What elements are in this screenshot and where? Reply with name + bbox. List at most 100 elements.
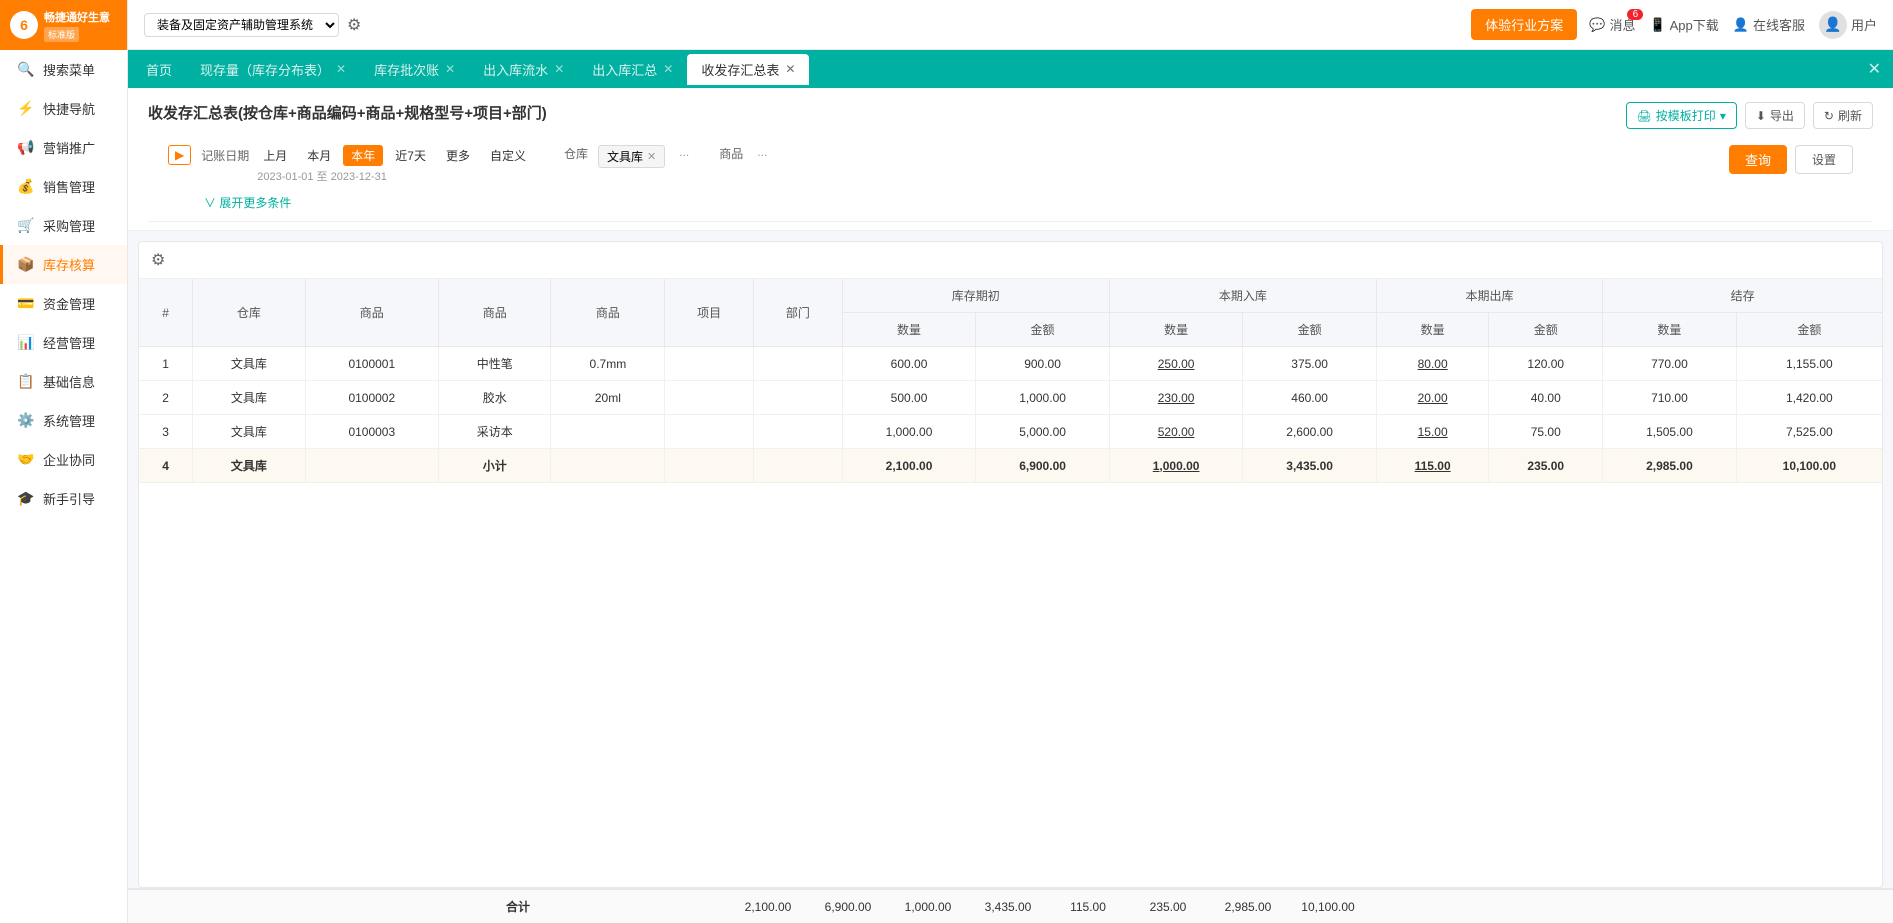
date-option-more[interactable]: 更多: [438, 145, 478, 166]
sidebar-item-operations[interactable]: 📊 经营管理: [0, 323, 127, 362]
cell-in-qty[interactable]: 1,000.00: [1109, 449, 1243, 483]
filter-settings-button[interactable]: 设置: [1795, 145, 1853, 174]
expand-conditions-button[interactable]: ∨ 展开更多条件: [204, 194, 291, 211]
tab-label: 库存批次账: [374, 60, 439, 79]
query-button[interactable]: 查询: [1729, 145, 1787, 174]
cell-balance-qty: 2,985.00: [1603, 449, 1737, 483]
logo-name: 畅捷通好生意: [44, 9, 110, 25]
th-index: #: [139, 279, 193, 347]
footer-out-amt: 235.00: [1128, 900, 1208, 914]
tab-batch[interactable]: 库存批次账 ✕: [360, 54, 469, 85]
sidebar-item-marketing[interactable]: 📢 营销推广: [0, 128, 127, 167]
cell-balance-amt: 1,420.00: [1736, 381, 1882, 415]
trial-button[interactable]: 体验行业方案: [1471, 9, 1577, 40]
online-service-button[interactable]: 👤 在线客服: [1733, 15, 1805, 34]
settings-icon[interactable]: ⚙: [347, 15, 361, 35]
app-download-label: App下载: [1670, 15, 1719, 34]
sidebar-item-system[interactable]: ⚙️ 系统管理: [0, 401, 127, 440]
goods-more-button[interactable]: ...: [757, 145, 767, 159]
logo-tag: 标准版: [44, 27, 79, 42]
chevron-down-icon: ∨: [204, 196, 216, 210]
sidebar-item-purchase[interactable]: 🛒 采购管理: [0, 206, 127, 245]
page-content: 收发存汇总表(按仓库+商品编码+商品+规格型号+项目+部门) 🖨 按模板打印 ▾…: [128, 88, 1893, 923]
sales-icon: 💰: [17, 178, 35, 195]
user-menu-button[interactable]: 👤 用户: [1819, 11, 1877, 39]
date-range: 2023-01-01 至 2023-12-31: [257, 168, 534, 184]
app-download-button[interactable]: 📱 App下载: [1649, 15, 1718, 34]
sidebar-item-inventory[interactable]: 📦 库存核算: [0, 245, 127, 284]
sidebar-item-collab[interactable]: 🤝 企业协同: [0, 440, 127, 479]
date-options: 上月 本月 本年 近7天 更多 自定义: [255, 145, 534, 166]
tab-receive-send-summary[interactable]: 收发存汇总表 ✕: [687, 54, 809, 85]
tab-label: 出入库汇总: [592, 60, 657, 79]
cell-out-qty[interactable]: 20.00: [1376, 381, 1488, 415]
sidebar-item-sales[interactable]: 💰 销售管理: [0, 167, 127, 206]
sidebar-item-guide[interactable]: 🎓 新手引导: [0, 479, 127, 518]
th-opening-qty: 数量: [842, 313, 976, 347]
print-button[interactable]: 🖨 按模板打印 ▾: [1626, 102, 1737, 129]
date-option-this-year[interactable]: 本年: [343, 145, 383, 166]
date-option-last-month[interactable]: 上月: [255, 145, 295, 166]
sidebar-logo: 6 畅捷通好生意 标准版: [0, 0, 127, 50]
tab-home[interactable]: 首页: [132, 54, 186, 85]
date-option-custom[interactable]: 自定义: [482, 145, 534, 166]
cell-balance-amt: 7,525.00: [1736, 415, 1882, 449]
cell-opening-amt: 900.00: [976, 347, 1110, 381]
sidebar-item-quicknav[interactable]: ⚡ 快捷导航: [0, 89, 127, 128]
search-icon: 🔍: [17, 61, 35, 78]
tab-close-icon[interactable]: ✕: [445, 62, 455, 76]
cell-opening-qty: 600.00: [842, 347, 976, 381]
warehouse-tag-text: 文具库: [607, 148, 643, 165]
tab-inout-summary[interactable]: 出入库汇总 ✕: [578, 54, 687, 85]
warehouse-more-button[interactable]: ...: [679, 145, 689, 159]
sidebar-item-search[interactable]: 🔍 搜索菜单: [0, 50, 127, 89]
th-in-qty: 数量: [1109, 313, 1243, 347]
sidebar-item-label: 营销推广: [43, 138, 95, 157]
cell-index: 3: [139, 415, 193, 449]
sidebar-item-label: 销售管理: [43, 177, 95, 196]
cell-in-qty[interactable]: 250.00: [1109, 347, 1243, 381]
data-table: # 仓库 商品 商品 商品 项目 部门 库存期初 本期入库 本期出库 结存 数量: [139, 279, 1882, 483]
tab-close-icon[interactable]: ✕: [554, 62, 564, 76]
tab-close-icon[interactable]: ✕: [663, 62, 673, 76]
th-in-group: 本期入库: [1109, 279, 1376, 313]
cell-project: [665, 415, 754, 449]
date-option-7days[interactable]: 近7天: [387, 145, 434, 166]
tab-stock[interactable]: 现存量（库存分布表） ✕: [186, 54, 360, 85]
export-button[interactable]: ⬇ 导出: [1745, 102, 1805, 129]
sidebar-item-label: 新手引导: [43, 489, 95, 508]
refresh-button[interactable]: ↻ 刷新: [1813, 102, 1873, 129]
cell-in-qty[interactable]: 230.00: [1109, 381, 1243, 415]
cell-out-qty[interactable]: 115.00: [1376, 449, 1488, 483]
cell-out-qty[interactable]: 15.00: [1376, 415, 1488, 449]
cell-in-amt: 375.00: [1243, 347, 1377, 381]
th-name: 商品: [439, 279, 551, 347]
cell-opening-amt: 5,000.00: [976, 415, 1110, 449]
filter-area: ▶ 记账日期 上月 本月 本年 近7天 更多 自定义: [148, 135, 1873, 222]
tab-close-icon[interactable]: ✕: [785, 62, 795, 76]
cell-dept: [754, 415, 843, 449]
cell-out-qty[interactable]: 80.00: [1376, 347, 1488, 381]
th-out-qty: 数量: [1376, 313, 1488, 347]
cell-name: 胶水: [439, 381, 551, 415]
main-content: 装备及固定资产辅助管理系统 ⚙ 体验行业方案 💬 消息 6 📱 App下载 👤 …: [128, 0, 1893, 923]
system-select[interactable]: 装备及固定资产辅助管理系统: [144, 13, 339, 37]
sidebar-item-finance[interactable]: 💳 资金管理: [0, 284, 127, 323]
user-avatar: 👤: [1819, 11, 1847, 39]
tab-flow[interactable]: 出入库流水 ✕: [469, 54, 578, 85]
tab-close-icon[interactable]: ✕: [336, 62, 346, 76]
page-header: 收发存汇总表(按仓库+商品编码+商品+规格型号+项目+部门) 🖨 按模板打印 ▾…: [128, 88, 1893, 231]
cell-in-qty[interactable]: 520.00: [1109, 415, 1243, 449]
table-settings-icon[interactable]: ⚙: [151, 250, 165, 270]
refresh-icon: ↻: [1824, 109, 1834, 123]
table-row: 1 文具库 0100001 中性笔 0.7mm 600.00 900.00 25…: [139, 347, 1882, 381]
footer-balance-qty: 2,985.00: [1208, 900, 1288, 914]
sidebar-item-basic[interactable]: 📋 基础信息: [0, 362, 127, 401]
messages-button[interactable]: 💬 消息 6: [1589, 15, 1635, 34]
cell-spec: 0.7mm: [551, 347, 665, 381]
warehouse-tag-close[interactable]: ✕: [647, 150, 656, 163]
filter-expand-button[interactable]: ▶: [168, 145, 191, 165]
date-option-this-month[interactable]: 本月: [299, 145, 339, 166]
table-row: 2 文具库 0100002 胶水 20ml 500.00 1,000.00 23…: [139, 381, 1882, 415]
close-all-tabs-button[interactable]: ✕: [1860, 55, 1889, 83]
